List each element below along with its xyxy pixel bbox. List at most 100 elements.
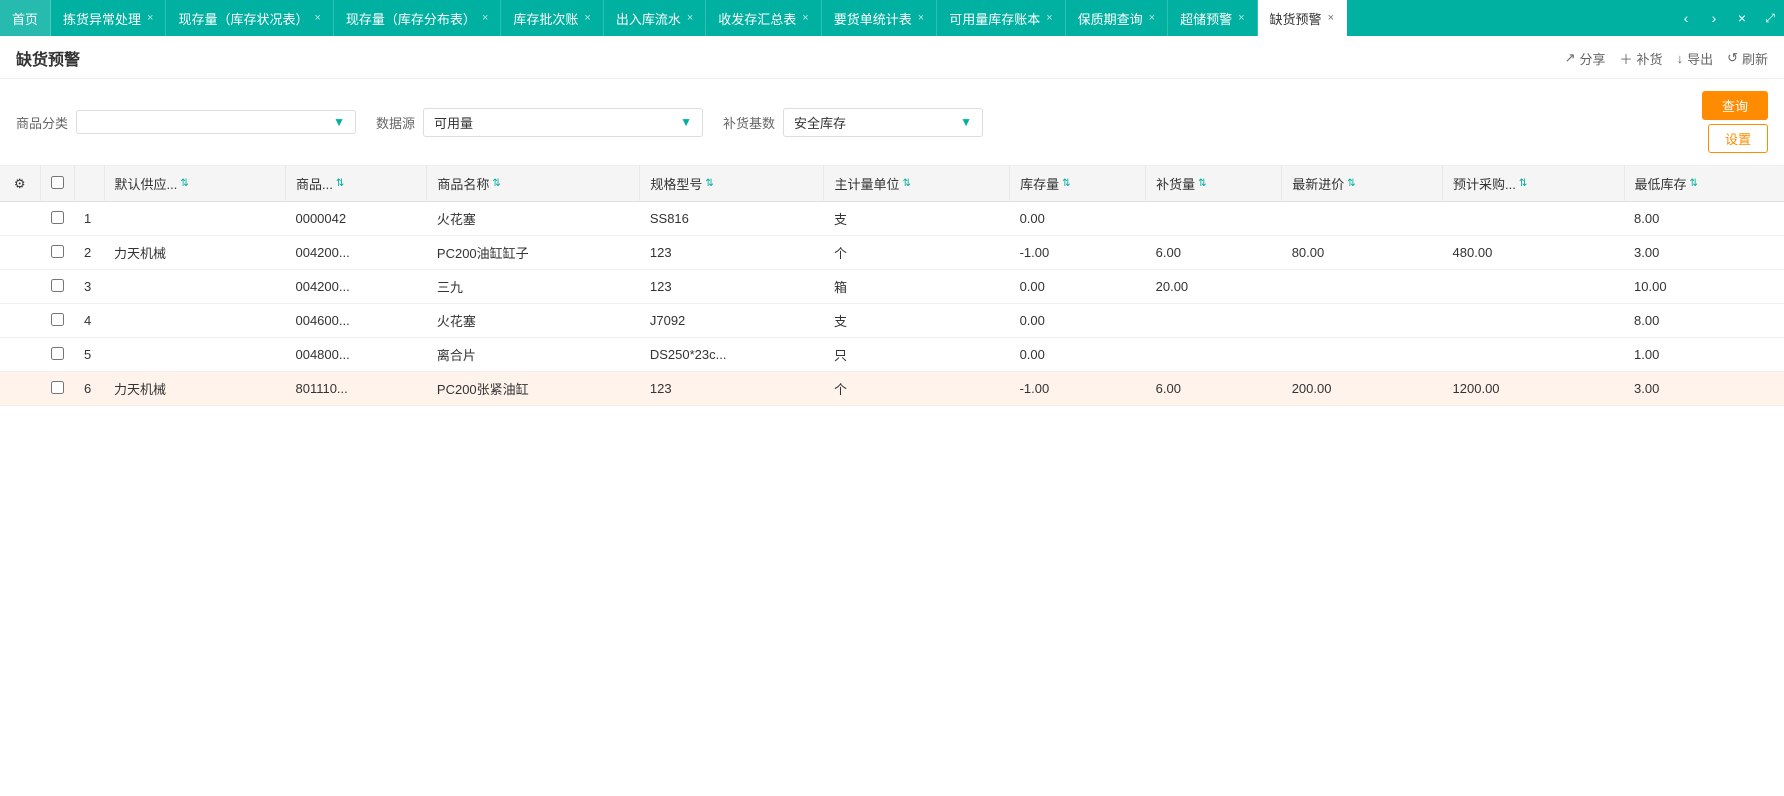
row-checkbox[interactable] bbox=[51, 347, 64, 360]
tab-shortage-label: 缺货预警 bbox=[1270, 9, 1322, 28]
stock-sort-icon: ⇅ bbox=[1062, 178, 1070, 189]
row-spec: J7092 bbox=[640, 304, 824, 338]
row-estimated-purchase bbox=[1443, 202, 1624, 236]
row-checkbox[interactable] bbox=[51, 313, 64, 326]
category-select[interactable]: ▼ bbox=[76, 110, 356, 134]
row-replenish: 20.00 bbox=[1146, 270, 1282, 304]
tab-overstock-close[interactable]: × bbox=[1238, 12, 1244, 24]
table-header-row: ⚙ 默认供应... ⇅ 商品... bbox=[0, 166, 1784, 202]
row-checkbox[interactable] bbox=[51, 211, 64, 224]
table-row: 3 004200... 三九 123 箱 0.00 20.00 10.00 bbox=[0, 270, 1784, 304]
datasource-select[interactable]: 可用量 ▼ bbox=[423, 108, 703, 137]
th-checkbox[interactable] bbox=[40, 166, 74, 202]
table-row: 4 004600... 火花塞 J7092 支 0.00 8.00 bbox=[0, 304, 1784, 338]
table-row: 6 力天机械 801110... PC200张紧油缸 123 个 -1.00 6… bbox=[0, 372, 1784, 406]
row-checkbox-cell[interactable] bbox=[40, 372, 74, 406]
tab-expiry-query[interactable]: 保质期查询 × bbox=[1066, 0, 1168, 36]
unit-sort-icon: ⇅ bbox=[902, 178, 910, 189]
tab-abnormal[interactable]: 拣货异常处理 × bbox=[51, 0, 166, 36]
refresh-label: 刷新 bbox=[1742, 49, 1768, 68]
th-name-label: 商品名称 bbox=[437, 174, 489, 193]
tab-receive-summary-close[interactable]: × bbox=[802, 12, 808, 24]
row-checkbox-cell[interactable] bbox=[40, 236, 74, 270]
row-seq: 6 bbox=[74, 372, 104, 406]
row-min-stock: 8.00 bbox=[1624, 202, 1784, 236]
th-min-stock[interactable]: 最低库存 ⇅ bbox=[1624, 166, 1784, 202]
tab-inout-flow[interactable]: 出入库流水 × bbox=[604, 0, 706, 36]
row-spec: 123 bbox=[640, 372, 824, 406]
share-label: 分享 bbox=[1580, 49, 1606, 68]
replenish-basis-select[interactable]: 安全库存 ▼ bbox=[783, 108, 983, 137]
tab-shortage-close[interactable]: × bbox=[1328, 12, 1334, 24]
row-estimated-purchase bbox=[1443, 304, 1624, 338]
th-name[interactable]: 商品名称 ⇅ bbox=[427, 166, 640, 202]
row-stock: -1.00 bbox=[1010, 372, 1146, 406]
tab-home-label: 首页 bbox=[12, 9, 38, 28]
category-filter-group: 商品分类 ▼ bbox=[16, 110, 356, 134]
tab-next-btn[interactable]: › bbox=[1700, 0, 1728, 36]
th-unit[interactable]: 主计量单位 ⇅ bbox=[824, 166, 1010, 202]
row-latest-price bbox=[1282, 338, 1443, 372]
tab-expiry-query-close[interactable]: × bbox=[1149, 12, 1155, 24]
tab-overstock[interactable]: 超储预警 × bbox=[1168, 0, 1257, 36]
settings-button[interactable]: 设置 bbox=[1708, 124, 1768, 153]
row-seq: 2 bbox=[74, 236, 104, 270]
tab-close-all-btn[interactable]: × bbox=[1728, 0, 1756, 36]
th-spec[interactable]: 规格型号 ⇅ bbox=[640, 166, 824, 202]
th-code[interactable]: 商品... ⇅ bbox=[285, 166, 426, 202]
select-all-checkbox[interactable] bbox=[51, 176, 64, 189]
tab-abnormal-close[interactable]: × bbox=[147, 12, 153, 24]
tab-inout-flow-label: 出入库流水 bbox=[616, 9, 681, 28]
query-button[interactable]: 查询 bbox=[1702, 91, 1768, 120]
tab-shortage[interactable]: 缺货预警 × bbox=[1258, 0, 1347, 36]
replenish-btn[interactable]: ＋ 补货 bbox=[1620, 49, 1663, 68]
tab-order-stats[interactable]: 要货单统计表 × bbox=[822, 0, 937, 36]
row-name: PC200油缸缸子 bbox=[427, 236, 640, 270]
refresh-btn[interactable]: ↺ 刷新 bbox=[1727, 49, 1768, 68]
row-checkbox-cell[interactable] bbox=[40, 338, 74, 372]
category-filter-label: 商品分类 bbox=[16, 113, 68, 132]
tab-order-stats-close[interactable]: × bbox=[918, 12, 924, 24]
row-gear-cell bbox=[0, 304, 40, 338]
refresh-icon: ↺ bbox=[1727, 50, 1738, 66]
tab-available-ledger-close[interactable]: × bbox=[1046, 12, 1052, 24]
tab-inout-flow-close[interactable]: × bbox=[687, 12, 693, 24]
th-estimated-purchase-label: 预计采购... bbox=[1453, 174, 1516, 193]
tab-inventory-status-label: 现存量（库存状况表） bbox=[178, 9, 308, 28]
row-spec: SS816 bbox=[640, 202, 824, 236]
th-stock[interactable]: 库存量 ⇅ bbox=[1010, 166, 1146, 202]
th-gear[interactable]: ⚙ bbox=[0, 166, 40, 202]
tab-available-ledger[interactable]: 可用量库存账本 × bbox=[937, 0, 1065, 36]
tab-prev-btn[interactable]: ‹ bbox=[1672, 0, 1700, 36]
row-checkbox-cell[interactable] bbox=[40, 270, 74, 304]
tab-batch-account-close[interactable]: × bbox=[584, 12, 590, 24]
tab-inventory-status-close[interactable]: × bbox=[314, 12, 320, 24]
tab-inventory-status[interactable]: 现存量（库存状况表） × bbox=[166, 0, 333, 36]
row-supplier bbox=[104, 202, 285, 236]
row-checkbox[interactable] bbox=[51, 245, 64, 258]
tab-inventory-dist[interactable]: 现存量（库存分布表） × bbox=[334, 0, 501, 36]
tab-batch-account[interactable]: 库存批次账 × bbox=[501, 0, 603, 36]
th-supplier[interactable]: 默认供应... ⇅ bbox=[104, 166, 285, 202]
th-latest-price[interactable]: 最新进价 ⇅ bbox=[1282, 166, 1443, 202]
code-sort-icon: ⇅ bbox=[336, 178, 344, 189]
tab-home[interactable]: 首页 bbox=[0, 0, 51, 36]
tab-inventory-dist-close[interactable]: × bbox=[482, 12, 488, 24]
row-latest-price: 80.00 bbox=[1282, 236, 1443, 270]
row-checkbox[interactable] bbox=[51, 279, 64, 292]
th-replenish[interactable]: 补货量 ⇅ bbox=[1146, 166, 1282, 202]
th-estimated-purchase[interactable]: 预计采购... ⇅ bbox=[1443, 166, 1624, 202]
row-name: 三九 bbox=[427, 270, 640, 304]
export-btn[interactable]: ↓ 导出 bbox=[1677, 49, 1714, 68]
tab-receive-summary[interactable]: 收发存汇总表 × bbox=[706, 0, 821, 36]
gear-icon[interactable]: ⚙ bbox=[14, 176, 26, 191]
replenish-icon: ＋ bbox=[1620, 49, 1633, 68]
filter-row: 商品分类 ▼ 数据源 可用量 ▼ 补货基数 安全库存 ▼ 查询 设置 bbox=[0, 79, 1784, 166]
share-btn[interactable]: ↗ 分享 bbox=[1565, 49, 1606, 68]
row-supplier bbox=[104, 304, 285, 338]
row-checkbox-cell[interactable] bbox=[40, 304, 74, 338]
row-replenish bbox=[1146, 304, 1282, 338]
row-checkbox-cell[interactable] bbox=[40, 202, 74, 236]
row-checkbox[interactable] bbox=[51, 381, 64, 394]
tab-fullscreen-btn[interactable]: ⤢ bbox=[1756, 0, 1784, 36]
